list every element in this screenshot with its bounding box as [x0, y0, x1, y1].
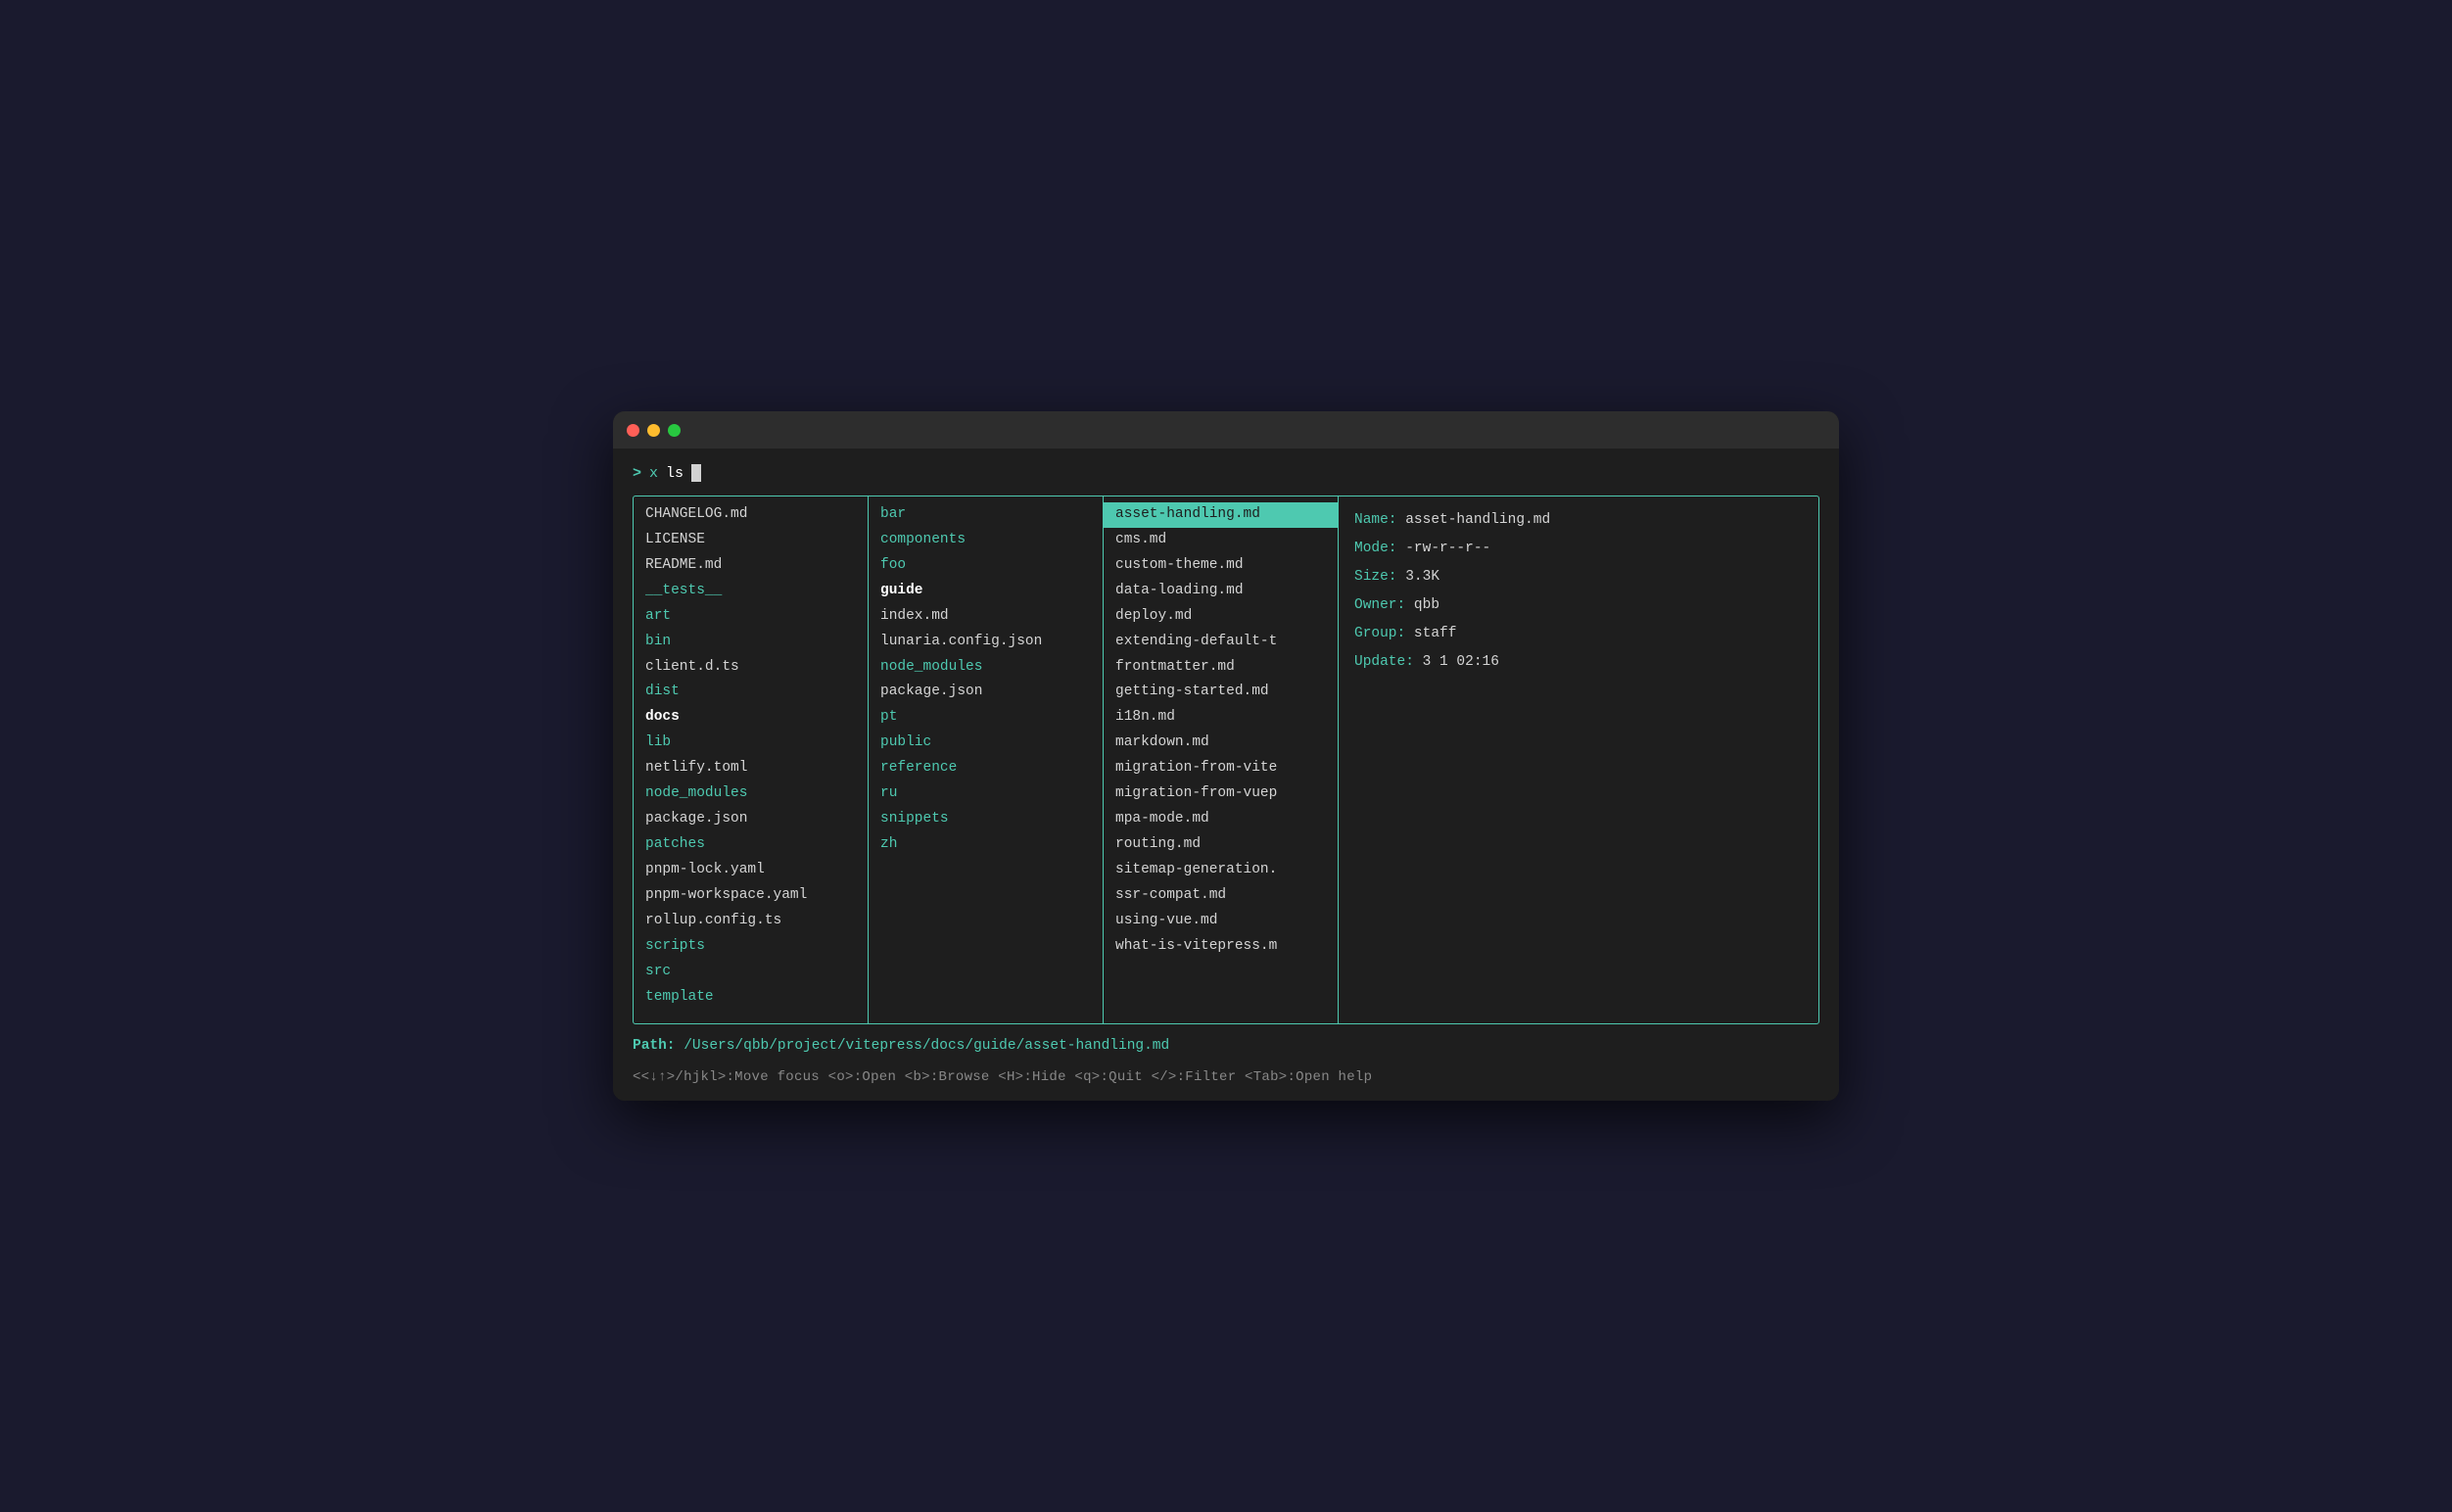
list-item[interactable]: src — [634, 960, 868, 985]
detail-owner-value: qbb — [1414, 597, 1439, 613]
list-item[interactable]: data-loading.md — [1104, 579, 1338, 604]
detail-mode-label: Mode: — [1354, 541, 1405, 556]
list-item[interactable]: LICENSE — [634, 528, 868, 553]
list-item[interactable]: ssr-compat.md — [1104, 883, 1338, 909]
list-item[interactable]: guide — [869, 579, 1103, 604]
list-item[interactable]: scripts — [634, 934, 868, 960]
list-item[interactable]: node_modules — [869, 655, 1103, 681]
list-item[interactable]: bin — [634, 630, 868, 655]
list-item[interactable]: package.json — [869, 680, 1103, 705]
list-item[interactable]: lib — [634, 731, 868, 756]
keybindings: <<↓↑>/hjkl>:Move focus <o>:Open <b>:Brow… — [633, 1069, 1819, 1085]
path-line: Path: /Users/qbb/project/vitepress/docs/… — [633, 1038, 1819, 1054]
list-item[interactable]: markdown.md — [1104, 731, 1338, 756]
panel-col-4-details: Name: asset-handling.md Mode: -rw-r--r--… — [1339, 496, 1818, 1023]
detail-size-value: 3.3K — [1405, 569, 1439, 585]
detail-mode-value: -rw-r--r-- — [1405, 541, 1490, 556]
detail-group-value: staff — [1414, 626, 1457, 641]
list-item[interactable]: patches — [634, 832, 868, 858]
list-item-selected[interactable]: asset-handling.md — [1104, 502, 1338, 528]
terminal-window: > x ls CHANGELOG.md LICENSE README.md __… — [613, 411, 1839, 1101]
list-item[interactable]: getting-started.md — [1104, 680, 1338, 705]
list-item[interactable]: foo — [869, 553, 1103, 579]
prompt-command: ls — [666, 465, 684, 482]
list-item[interactable]: routing.md — [1104, 832, 1338, 858]
detail-name: Name: asset-handling.md — [1354, 506, 1803, 535]
prompt-chevron-icon: > — [633, 465, 641, 482]
list-item[interactable]: migration-from-vuep — [1104, 781, 1338, 807]
close-button[interactable] — [627, 424, 639, 437]
file-panel: CHANGELOG.md LICENSE README.md __tests__… — [633, 496, 1819, 1024]
list-item[interactable]: package.json — [634, 807, 868, 832]
list-item[interactable]: template — [634, 985, 868, 1011]
list-item[interactable]: frontmatter.md — [1104, 655, 1338, 681]
list-item[interactable]: pnpm-workspace.yaml — [634, 883, 868, 909]
list-item[interactable]: netlify.toml — [634, 756, 868, 781]
detail-update-label: Update: — [1354, 654, 1423, 670]
list-item[interactable]: ru — [869, 781, 1103, 807]
list-item[interactable]: components — [869, 528, 1103, 553]
detail-name-value: asset-handling.md — [1405, 512, 1550, 528]
prompt-line: > x ls — [633, 464, 1819, 482]
terminal-body: > x ls CHANGELOG.md LICENSE README.md __… — [613, 449, 1839, 1101]
detail-group-label: Group: — [1354, 626, 1414, 641]
prompt-x: x — [649, 465, 658, 482]
list-item[interactable]: art — [634, 604, 868, 630]
list-item[interactable]: mpa-mode.md — [1104, 807, 1338, 832]
detail-mode: Mode: -rw-r--r-- — [1354, 535, 1803, 563]
detail-name-label: Name: — [1354, 512, 1405, 528]
detail-update: Update: 3 1 02:16 — [1354, 648, 1803, 677]
list-item[interactable]: snippets — [869, 807, 1103, 832]
list-item[interactable]: sitemap-generation. — [1104, 858, 1338, 883]
list-item[interactable]: docs — [634, 705, 868, 731]
path-label: Path: — [633, 1038, 676, 1054]
detail-size: Size: 3.3K — [1354, 563, 1803, 591]
list-item[interactable]: README.md — [634, 553, 868, 579]
detail-owner-label: Owner: — [1354, 597, 1414, 613]
detail-update-value: 3 1 02:16 — [1423, 654, 1499, 670]
path-value: /Users/qbb/project/vitepress/docs/guide/… — [684, 1038, 1169, 1054]
list-item[interactable]: custom-theme.md — [1104, 553, 1338, 579]
detail-group: Group: staff — [1354, 620, 1803, 648]
list-item[interactable]: i18n.md — [1104, 705, 1338, 731]
panel-col-2: bar components foo guide index.md lunari… — [869, 496, 1104, 1023]
list-item[interactable]: what-is-vitepress.m — [1104, 934, 1338, 960]
list-item[interactable]: rollup.config.ts — [634, 909, 868, 934]
list-item[interactable]: CHANGELOG.md — [634, 502, 868, 528]
detail-size-label: Size: — [1354, 569, 1405, 585]
list-item[interactable]: extending-default-t — [1104, 630, 1338, 655]
list-item[interactable]: using-vue.md — [1104, 909, 1338, 934]
list-item[interactable]: dist — [634, 680, 868, 705]
list-item[interactable]: migration-from-vite — [1104, 756, 1338, 781]
minimize-button[interactable] — [647, 424, 660, 437]
panel-col-1: CHANGELOG.md LICENSE README.md __tests__… — [634, 496, 869, 1023]
maximize-button[interactable] — [668, 424, 681, 437]
list-item[interactable]: index.md — [869, 604, 1103, 630]
list-item[interactable]: node_modules — [634, 781, 868, 807]
panel-col-3: asset-handling.md cms.md custom-theme.md… — [1104, 496, 1339, 1023]
prompt-cursor — [691, 464, 701, 482]
list-item[interactable]: pnpm-lock.yaml — [634, 858, 868, 883]
list-item[interactable]: public — [869, 731, 1103, 756]
list-item[interactable]: reference — [869, 756, 1103, 781]
list-item[interactable]: cms.md — [1104, 528, 1338, 553]
list-item[interactable]: bar — [869, 502, 1103, 528]
list-item[interactable]: deploy.md — [1104, 604, 1338, 630]
titlebar — [613, 411, 1839, 449]
list-item[interactable]: __tests__ — [634, 579, 868, 604]
list-item[interactable]: lunaria.config.json — [869, 630, 1103, 655]
list-item[interactable]: pt — [869, 705, 1103, 731]
list-item[interactable]: zh — [869, 832, 1103, 858]
detail-owner: Owner: qbb — [1354, 591, 1803, 620]
list-item[interactable]: client.d.ts — [634, 655, 868, 681]
